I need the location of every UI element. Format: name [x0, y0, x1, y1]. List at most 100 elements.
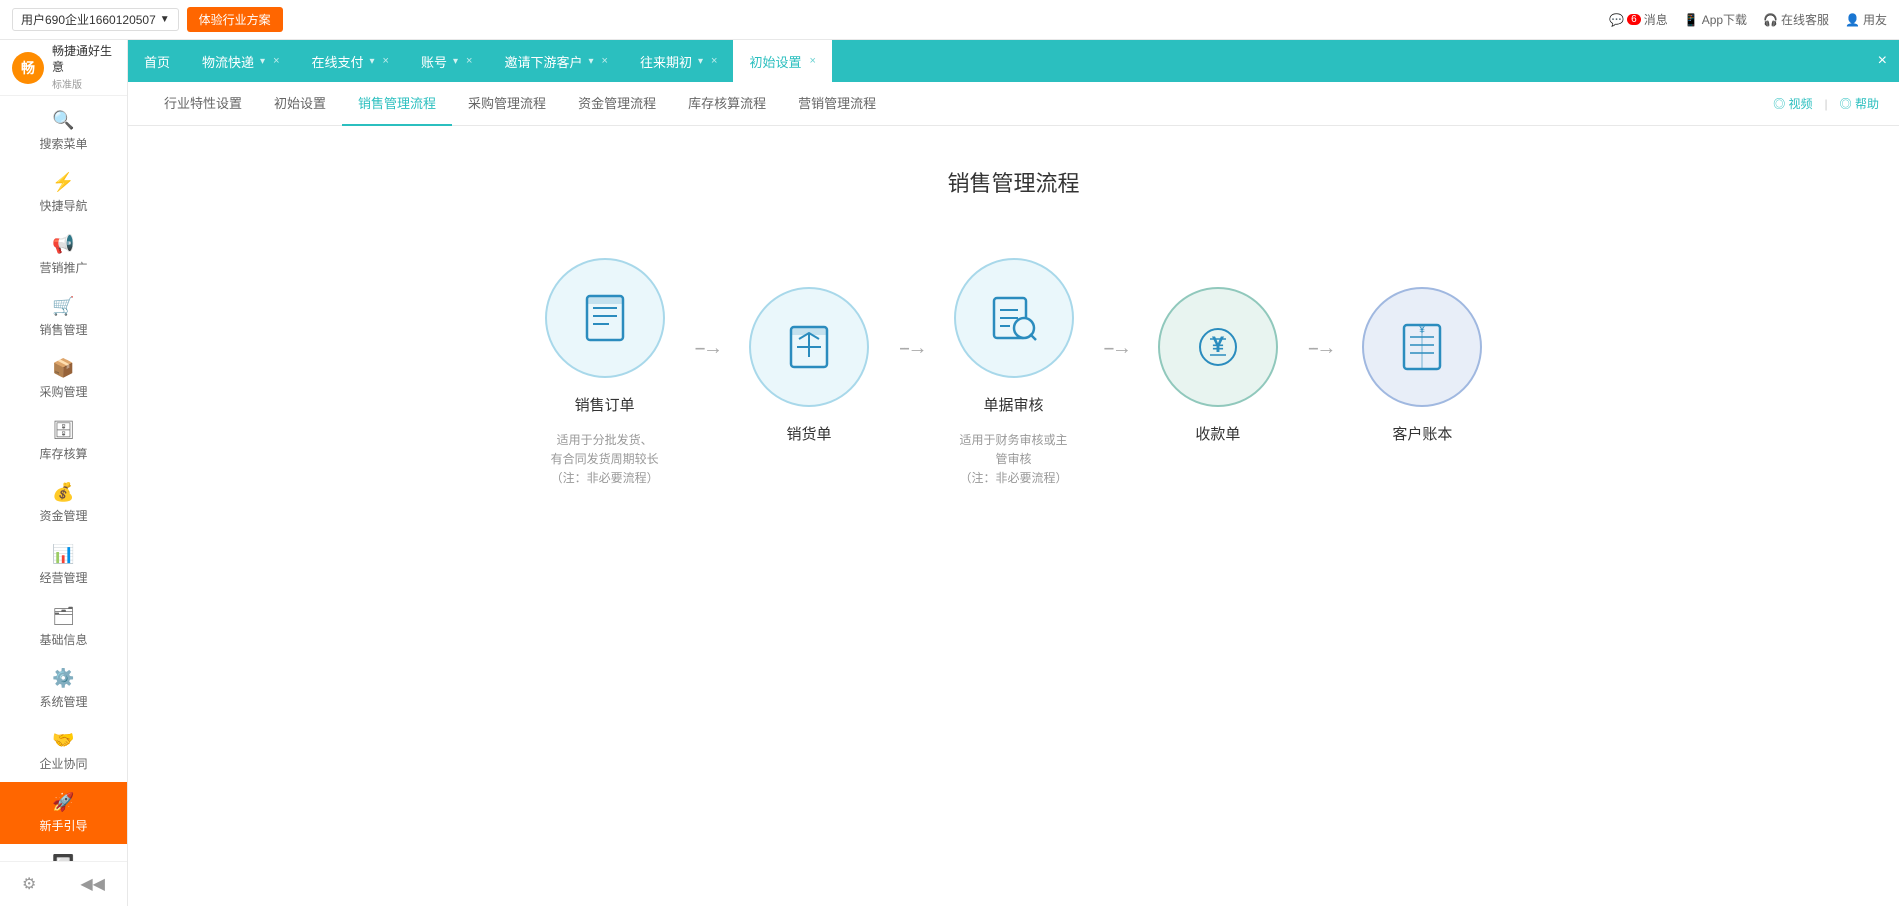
user-label: 用户690企业1660120507 [21, 11, 156, 28]
chevron-down-icon: ▾ [698, 56, 703, 67]
purchase-icon: 📦 [52, 358, 74, 379]
apps-icon: 🔲 [52, 854, 74, 861]
step-name-ledger: 客户账本 [1392, 423, 1452, 444]
flow-step-ledger[interactable]: ¥ 客户账本 [1322, 287, 1522, 460]
top-bar: 用户690企业1660120507 ▼ 体验行业方案 💬 6 消息 📱 App下… [0, 0, 1899, 40]
user-selector[interactable]: 用户690企业1660120507 ▼ [12, 8, 179, 31]
basic-icon: 🗂 [52, 606, 75, 627]
sub-tab-initial[interactable]: 初始设置 [258, 82, 342, 126]
collab-icon: 🤝 [52, 730, 74, 751]
logo-text-area: 畅捷通好生意 标准版 [52, 44, 115, 90]
user-item[interactable]: 👤 用友 [1845, 11, 1887, 28]
sidebar-label-quick: 快捷导航 [39, 197, 87, 214]
collapse-button[interactable]: ◀◀ [76, 870, 109, 898]
close-icon[interactable]: × [383, 55, 389, 67]
sub-tab-purchase-flow-label: 采购管理流程 [468, 93, 546, 112]
sidebar-label-finance: 资金管理 [39, 507, 87, 524]
flow-step-review[interactable]: 单据审核 适用于财务审核或主管审核（注：非必要流程） [914, 258, 1114, 489]
sidebar-item-search[interactable]: 🔍 搜索菜单 [0, 100, 127, 162]
settings-button[interactable]: ⚙ [18, 870, 40, 898]
flow-step-sales-order[interactable]: 销售订单 适用于分批发货、有合同发货周期较长（注：非必要流程） [505, 258, 705, 489]
guide-icon: 🚀 [52, 792, 74, 813]
trial-button[interactable]: 体验行业方案 [187, 7, 283, 32]
nav-tab-home[interactable]: 首页 [128, 40, 186, 82]
flow-circle-receipt: ¥ [1158, 287, 1278, 407]
sub-tab-inventory-flow[interactable]: 库存核算流程 [672, 82, 782, 126]
sidebar-item-inventory[interactable]: 🗄 库存核算 [0, 410, 127, 472]
nav-tab-logistics-label: 物流快递 [202, 52, 254, 71]
sidebar-item-finance[interactable]: 💰 资金管理 [0, 472, 127, 534]
badge: 6 [1627, 14, 1641, 25]
sidebar-label-search: 搜索菜单 [39, 135, 87, 152]
close-icon[interactable]: × [711, 55, 717, 67]
flow-step-delivery[interactable]: 销货单 [709, 287, 909, 460]
logo-title: 畅捷通好生意 [52, 44, 115, 75]
sub-tab-sales-flow[interactable]: 销售管理流程 [342, 82, 452, 126]
nav-tab-initial[interactable]: 初始设置 × [733, 40, 831, 82]
nav-tab-payment[interactable]: 在线支付 ▾ × [296, 40, 405, 82]
flow-circle-review [954, 258, 1074, 378]
sidebar-item-basic[interactable]: 🗂 基础信息 [0, 596, 127, 658]
flow-diagram: 销售订单 适用于分批发货、有合同发货周期较长（注：非必要流程） - - → [148, 258, 1879, 489]
nav-tab-home-label: 首页 [144, 52, 170, 71]
sub-tabs-right: ◎ 视频 | ◎ 帮助 [1773, 95, 1879, 112]
sub-tab-industry-label: 行业特性设置 [164, 93, 242, 112]
sidebar-bottom: ⚙ ◀◀ [0, 861, 127, 906]
sub-tab-inventory-flow-label: 库存核算流程 [688, 93, 766, 112]
sub-tab-marketing-flow[interactable]: 营销管理流程 [782, 82, 892, 126]
sidebar-item-system[interactable]: ⚙️ 系统管理 [0, 658, 127, 720]
close-icon[interactable]: × [602, 55, 608, 67]
sub-tabs-bar: 行业特性设置 初始设置 销售管理流程 采购管理流程 资金管理流程 库存核算流程 … [128, 82, 1899, 126]
sidebar-item-purchase[interactable]: 📦 采购管理 [0, 348, 127, 410]
sidebar-item-operation[interactable]: 📊 经营管理 [0, 534, 127, 596]
page-title: 销售管理流程 [148, 166, 1879, 198]
service-icon: 🎧 [1763, 13, 1778, 27]
help-link[interactable]: ◎ 帮助 [1840, 95, 1879, 112]
sidebar-label-marketing: 营销推广 [39, 259, 87, 276]
nav-tab-account[interactable]: 账号 ▾ × [405, 40, 488, 82]
top-bar-left: 用户690企业1660120507 ▼ 体验行业方案 [12, 7, 283, 32]
message-icon: 💬 [1609, 13, 1624, 27]
sidebar-item-quick[interactable]: ⚡ 快捷导航 [0, 162, 127, 224]
close-all-icon: × [1878, 52, 1887, 70]
sub-tab-initial-label: 初始设置 [274, 93, 326, 112]
sidebar-item-sales[interactable]: 🛒 销售管理 [0, 286, 127, 348]
sidebar-item-marketing[interactable]: 📢 营销推广 [0, 224, 127, 286]
close-icon[interactable]: × [809, 55, 815, 67]
app-label: App下载 [1702, 11, 1747, 28]
nav-bar-close-button[interactable]: × [1866, 40, 1899, 82]
sidebar-item-guide[interactable]: 🚀 新手引导 [0, 782, 127, 844]
main-content: 销售管理流程 销售订单 适用于分批发货、有合同 [128, 126, 1899, 906]
app-download-item[interactable]: 📱 App下载 [1684, 11, 1747, 28]
sub-tab-purchase-flow[interactable]: 采购管理流程 [452, 82, 562, 126]
sub-tab-industry[interactable]: 行业特性设置 [148, 82, 258, 126]
receipt-icon: ¥ [1190, 319, 1246, 375]
sidebar-label-sales: 销售管理 [39, 321, 87, 338]
messages-item[interactable]: 💬 6 消息 [1609, 11, 1668, 28]
review-icon [986, 290, 1042, 346]
logo-icon: 畅 [12, 52, 44, 84]
sub-tab-finance-flow[interactable]: 资金管理流程 [562, 82, 672, 126]
nav-tab-account-label: 账号 [421, 52, 447, 71]
username-label: 用友 [1863, 11, 1887, 28]
sales-icon: 🛒 [52, 296, 74, 317]
close-icon[interactable]: × [273, 55, 279, 67]
step-name-sales-order: 销售订单 [575, 394, 635, 415]
sub-tab-finance-flow-label: 资金管理流程 [578, 93, 656, 112]
nav-tab-invite[interactable]: 邀请下游客户 ▾ × [488, 40, 623, 82]
online-service-item[interactable]: 🎧 在线客服 [1763, 11, 1829, 28]
user-avatar-icon: 👤 [1845, 13, 1860, 27]
nav-tab-invite-label: 邀请下游客户 [504, 52, 582, 71]
operation-icon: 📊 [52, 544, 74, 565]
sidebar-menu: 🔍 搜索菜单 ⚡ 快捷导航 📢 营销推广 🛒 销售管理 📦 采购管理 🗄 [0, 96, 127, 861]
service-label: 在线客服 [1781, 11, 1829, 28]
nav-tab-logistics[interactable]: 物流快递 ▾ × [186, 40, 295, 82]
flow-step-receipt[interactable]: ¥ 收款单 [1118, 287, 1318, 460]
sidebar-item-collab[interactable]: 🤝 企业协同 [0, 720, 127, 782]
svg-text:¥: ¥ [1212, 332, 1225, 357]
sidebar-label-system: 系统管理 [39, 693, 87, 710]
sidebar-item-apps[interactable]: 🔲 应用中心 [0, 844, 127, 861]
nav-tab-history[interactable]: 往来期初 ▾ × [624, 40, 733, 82]
close-icon[interactable]: × [466, 55, 472, 67]
video-link[interactable]: ◎ 视频 [1773, 95, 1812, 112]
